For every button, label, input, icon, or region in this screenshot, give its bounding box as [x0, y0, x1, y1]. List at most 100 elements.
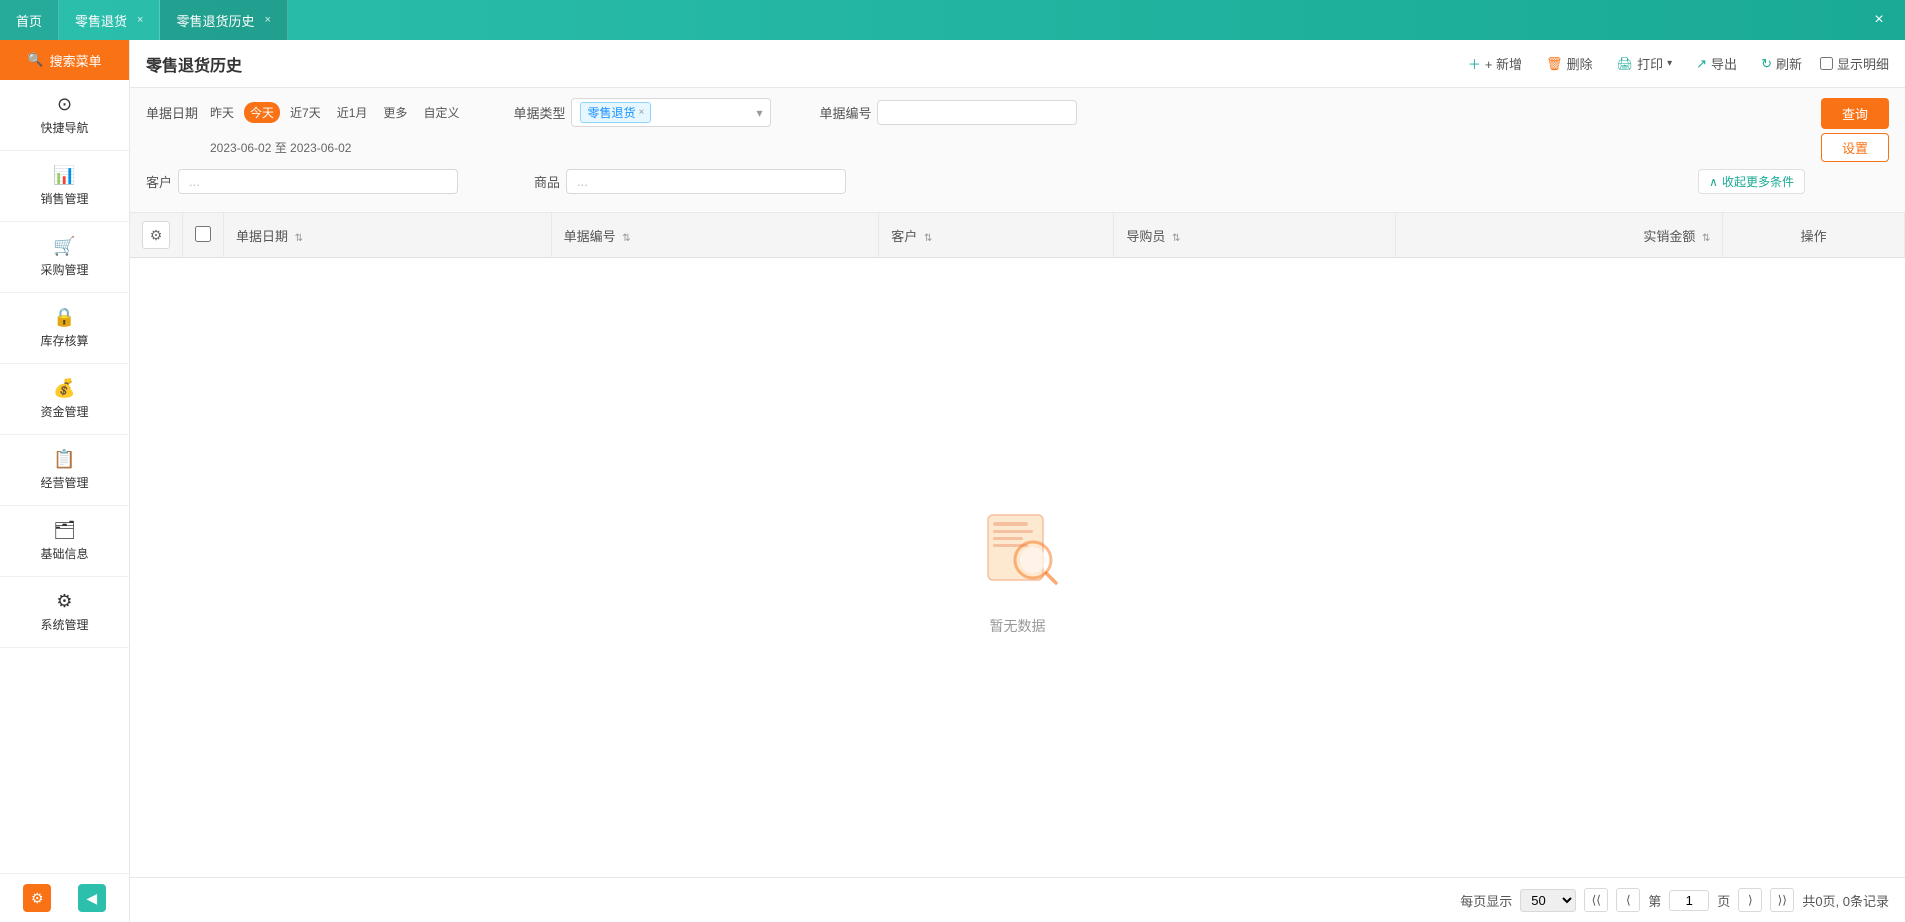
empty-state: 暂无数据: [130, 258, 1905, 877]
sidebar-item-system[interactable]: ⚙ 系统管理: [0, 577, 129, 648]
col-number: 单据编号 ⇅: [551, 213, 879, 258]
show-detail-checkbox-group: 显示明细: [1820, 54, 1889, 73]
data-table: ⚙ 单据日期 ⇅ 单据编号 ⇅: [130, 213, 1905, 258]
goods-placeholder: ...: [577, 174, 588, 189]
sidebar-item-inventory-label: 库存核算: [40, 332, 88, 349]
per-page-select[interactable]: 20 50 100: [1520, 889, 1576, 912]
goods-filter: 商品 ...: [534, 169, 846, 194]
delete-label: 删除: [1567, 54, 1593, 73]
goods-filter-label: 商品: [534, 172, 560, 191]
date-btn-1month[interactable]: 近1月: [331, 102, 374, 123]
empty-text: 暂无数据: [990, 616, 1046, 636]
prev-page-btn[interactable]: ⟨: [1616, 888, 1640, 912]
col-actions: 操作: [1723, 213, 1905, 258]
type-select-arrow: ▾: [756, 106, 762, 120]
print-label: 打印: [1637, 54, 1663, 73]
date-filter-label: 单据日期: [146, 103, 198, 122]
sidebar-item-finance-label: 资金管理: [40, 403, 88, 420]
tab-bar: 首页 零售退货 × 零售退货历史 ×: [0, 0, 1865, 40]
collapse-button[interactable]: ∧ 收起更多条件: [1698, 169, 1805, 194]
first-page-btn[interactable]: ⟨⟨: [1584, 888, 1608, 912]
date-btn-yesterday[interactable]: 昨天: [204, 102, 240, 123]
query-button[interactable]: 查询: [1821, 98, 1889, 129]
filter-settings-button[interactable]: 设置: [1821, 133, 1889, 162]
purchase-icon: 🛒: [53, 236, 75, 257]
page-input[interactable]: 1: [1669, 890, 1709, 911]
sidebar-search[interactable]: 🔍 搜索菜单: [0, 40, 129, 80]
col-date-sort[interactable]: ⇅: [295, 233, 303, 244]
new-button[interactable]: ＋ + 新增: [1462, 50, 1528, 77]
sidebar-item-inventory[interactable]: 🔒 库存核算: [0, 293, 129, 364]
refresh-button[interactable]: ↻ 刷新: [1755, 50, 1808, 77]
col-amount-sort[interactable]: ⇅: [1702, 233, 1710, 244]
number-filter-label: 单据编号: [819, 103, 871, 122]
tab-home[interactable]: 首页: [0, 0, 59, 40]
col-guide: 导购员 ⇅: [1114, 213, 1395, 258]
sidebar-item-operations-label: 经营管理: [40, 474, 88, 491]
type-tag-close[interactable]: ×: [638, 107, 644, 118]
type-select-dropdown[interactable]: 零售退货 × ▾: [571, 98, 771, 127]
window-close-btn[interactable]: ×: [1865, 6, 1893, 34]
select-all-checkbox[interactable]: [195, 226, 211, 242]
customer-input[interactable]: ...: [178, 169, 458, 194]
date-btn-today[interactable]: 今天: [244, 102, 280, 123]
show-detail-checkbox[interactable]: [1820, 57, 1833, 70]
export-button[interactable]: ↗ 导出: [1690, 50, 1743, 77]
basic-info-icon: 🗂: [53, 520, 76, 541]
col-customer-sort[interactable]: ⇅: [924, 233, 932, 244]
print-button[interactable]: 🖨 打印 ▾: [1611, 50, 1679, 77]
number-input[interactable]: [877, 100, 1077, 125]
goods-input[interactable]: ...: [566, 169, 846, 194]
content-area: 零售退货历史 ＋ + 新增 🗑 删除 🖨 打印 ▾ ↗ 导出: [130, 40, 1905, 922]
sidebar-item-basic-info[interactable]: 🗂 基础信息: [0, 506, 129, 577]
header-actions: ＋ + 新增 🗑 删除 🖨 打印 ▾ ↗ 导出 ↻: [1462, 50, 1889, 77]
customer-placeholder: ...: [189, 174, 200, 189]
tab-retail-return-close[interactable]: ×: [137, 14, 143, 26]
sales-icon: 📊: [53, 165, 75, 186]
export-label: 导出: [1711, 54, 1737, 73]
inventory-icon: 🔒: [53, 307, 75, 328]
sidebar-item-sales-label: 销售管理: [40, 190, 88, 207]
audio-icon-btn[interactable]: ◀: [78, 884, 106, 912]
page-label: 第: [1648, 891, 1661, 910]
filter-action-buttons: 查询 设置: [1821, 98, 1889, 162]
date-btn-more[interactable]: 更多: [377, 102, 413, 123]
page-suffix: 页: [1717, 891, 1730, 910]
col-actions-label: 操作: [1801, 229, 1827, 244]
per-page-label: 每页显示: [1460, 891, 1512, 910]
date-btn-7days[interactable]: 近7天: [284, 102, 327, 123]
last-page-btn[interactable]: ⟩⟩: [1770, 888, 1794, 912]
print-icon: 🖨: [1617, 56, 1634, 72]
tab-retail-return-history[interactable]: 零售退货历史 ×: [160, 0, 287, 40]
filter-row-2: 客户 ... 商品 ...: [146, 169, 1805, 194]
sidebar-item-quick-nav[interactable]: ⊙ 快捷导航: [0, 80, 129, 151]
date-btn-custom[interactable]: 自定义: [417, 102, 465, 123]
tab-retail-return[interactable]: 零售退货 ×: [59, 0, 160, 40]
col-guide-sort[interactable]: ⇅: [1172, 233, 1180, 244]
main-layout: 🔍 搜索菜单 ⊙ 快捷导航 📊 销售管理 🛒 采购管理 🔒 库存核算 💰 资金管…: [0, 40, 1905, 922]
sidebar-item-purchase-mgmt[interactable]: 🛒 采购管理: [0, 222, 129, 293]
type-tag: 零售退货 ×: [580, 102, 651, 123]
plus-icon: ＋: [1468, 54, 1481, 73]
col-number-sort[interactable]: ⇅: [622, 233, 630, 244]
table-header: ⚙ 单据日期 ⇅ 单据编号 ⇅: [130, 213, 1905, 258]
sidebar-item-finance[interactable]: 💰 资金管理: [0, 364, 129, 435]
date-range-display: 2023-06-02 至 2023-06-02: [210, 141, 351, 155]
col-amount-label: 实销金额: [1643, 229, 1695, 244]
collapse-label: 收起更多条件: [1722, 173, 1794, 190]
tab-retail-return-history-close[interactable]: ×: [264, 14, 270, 26]
window-controls: ×: [1865, 6, 1905, 34]
export-icon: ↗: [1696, 56, 1707, 72]
customer-filter-label: 客户: [146, 172, 172, 191]
col-amount: 实销金额 ⇅: [1395, 213, 1723, 258]
system-icon: ⚙: [56, 591, 72, 612]
sidebar-item-sales-mgmt[interactable]: 📊 销售管理: [0, 151, 129, 222]
settings-icon-btn[interactable]: ⚙: [23, 884, 51, 912]
delete-button[interactable]: 🗑 删除: [1540, 50, 1599, 77]
collapse-icon: ∧: [1709, 175, 1718, 189]
tab-retail-return-history-label: 零售退货历史: [176, 11, 254, 30]
sidebar: 🔍 搜索菜单 ⊙ 快捷导航 📊 销售管理 🛒 采购管理 🔒 库存核算 💰 资金管…: [0, 40, 130, 922]
next-page-btn[interactable]: ⟩: [1738, 888, 1762, 912]
sidebar-item-operations[interactable]: 📋 经营管理: [0, 435, 129, 506]
table-gear-btn[interactable]: ⚙: [142, 221, 170, 249]
